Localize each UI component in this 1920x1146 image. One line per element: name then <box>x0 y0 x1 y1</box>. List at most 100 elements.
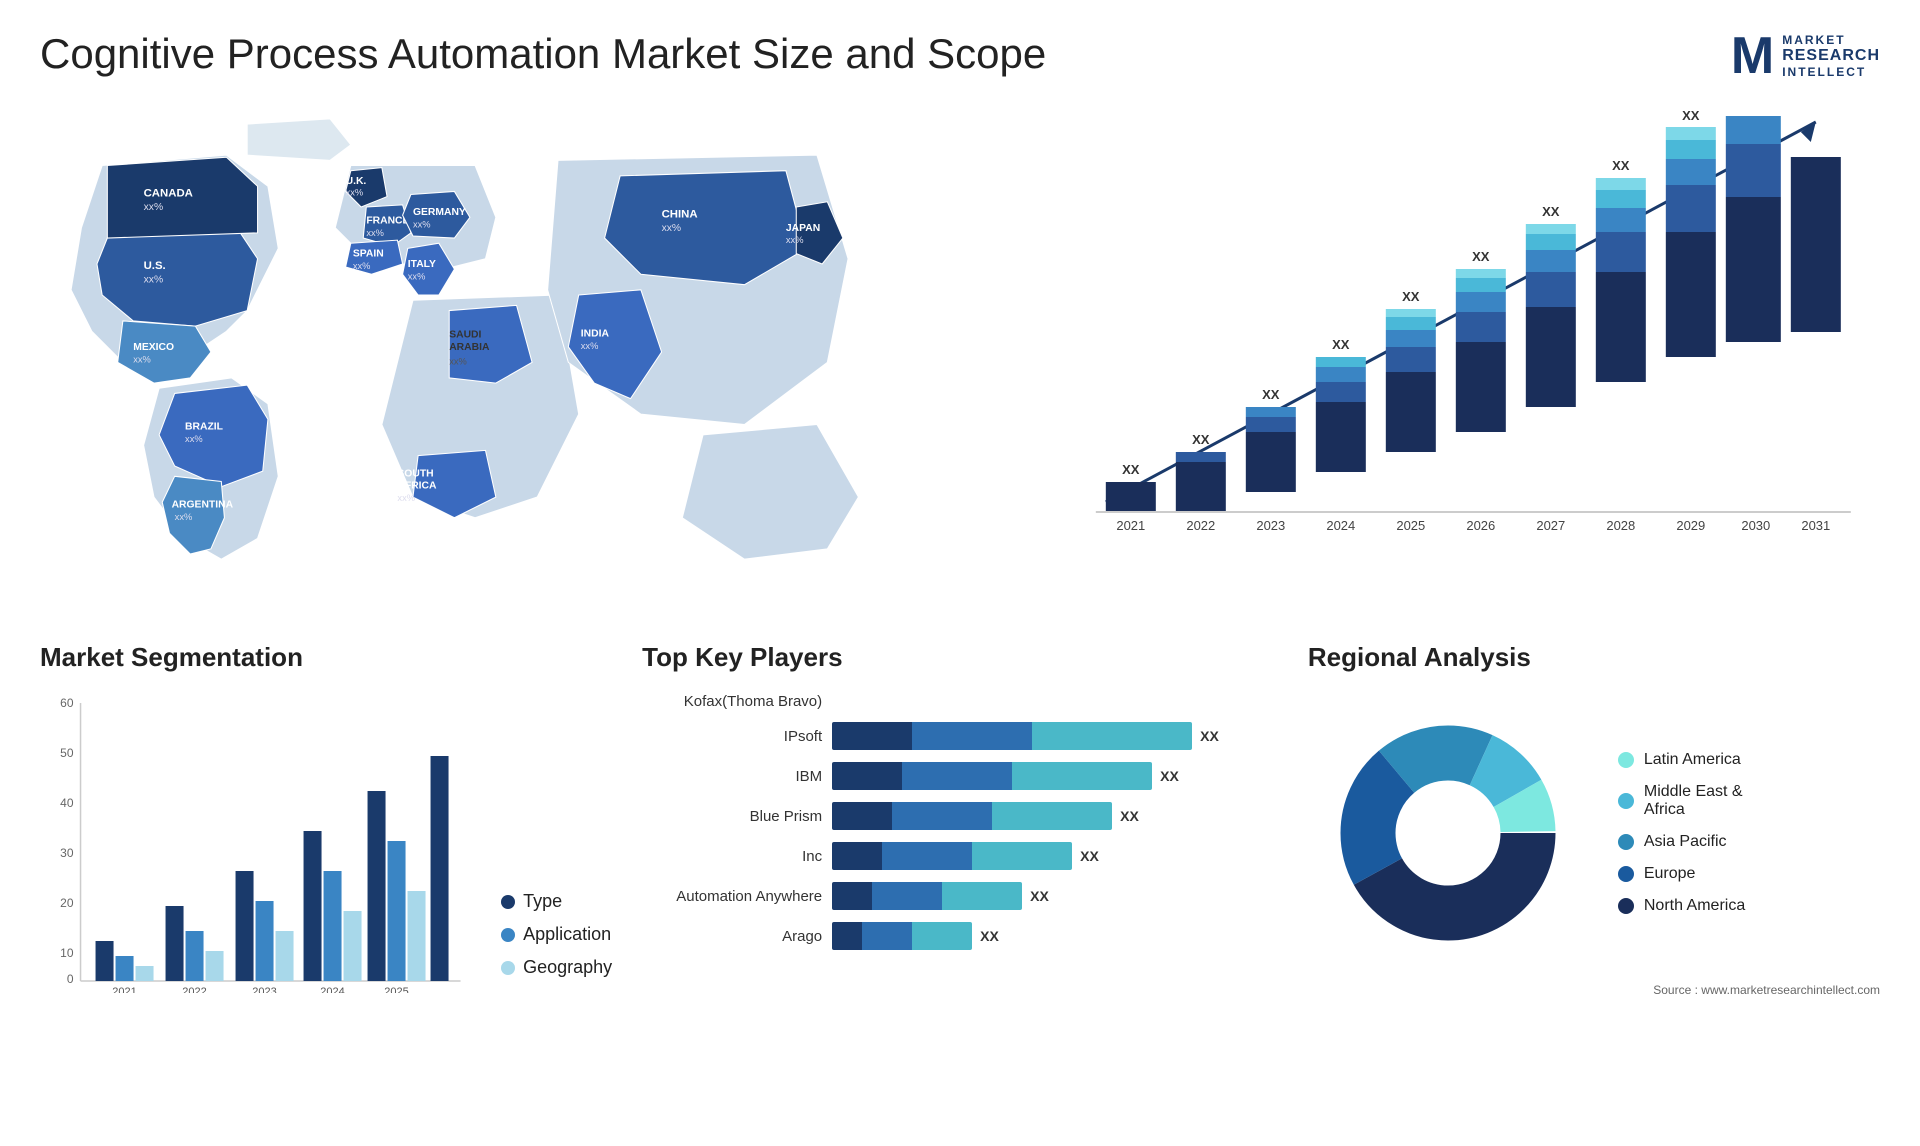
mea-dot <box>1618 793 1634 809</box>
header-row: Cognitive Process Automation Market Size… <box>40 30 1880 82</box>
players-chart: Kofax(Thoma Bravo) IPsoft XX <box>642 693 1278 950</box>
seg-legend: Type Application Geography <box>501 891 612 998</box>
player-val-inc: XX <box>1080 848 1099 864</box>
page-title: Cognitive Process Automation Market Size… <box>40 30 1046 78</box>
svg-text:xx%: xx% <box>581 341 599 351</box>
reg-legend-mea: Middle East &Africa <box>1618 783 1745 819</box>
player-name-inc: Inc <box>642 848 822 865</box>
svg-text:MEXICO: MEXICO <box>133 342 174 353</box>
svg-text:XX: XX <box>1613 158 1631 173</box>
svg-text:CHINA: CHINA <box>662 208 698 220</box>
europe-label: Europe <box>1644 865 1696 883</box>
svg-text:xx%: xx% <box>185 434 203 444</box>
segmentation-section: Market Segmentation 60 50 40 30 20 10 0 <box>40 642 612 998</box>
bottom-section: Market Segmentation 60 50 40 30 20 10 0 <box>40 642 1880 998</box>
svg-text:JAPAN: JAPAN <box>786 223 820 234</box>
logo-text-block: MARKET RESEARCH INTELLECT <box>1782 33 1880 79</box>
top-section: U.S. xx% CANADA xx% MEXICO xx% BRAZIL xx… <box>40 102 1880 602</box>
svg-text:2024: 2024 <box>320 986 344 993</box>
page: Cognitive Process Automation Market Size… <box>0 0 1920 1146</box>
svg-text:XX: XX <box>1193 432 1211 447</box>
svg-text:SAUDI: SAUDI <box>449 329 481 340</box>
asia-label: Asia Pacific <box>1644 833 1727 851</box>
player-row-inc: Inc XX <box>642 842 1278 870</box>
svg-text:INDIA: INDIA <box>581 328 610 339</box>
svg-text:xx%: xx% <box>144 202 164 213</box>
player-row-kofax: Kofax(Thoma Bravo) <box>642 693 1278 710</box>
northam-dot <box>1618 898 1634 914</box>
reg-legend-europe: Europe <box>1618 865 1745 883</box>
svg-text:AFRICA: AFRICA <box>397 481 437 492</box>
svg-text:XX: XX <box>1123 462 1141 477</box>
player-bar-automation: XX <box>832 882 1278 910</box>
map-container: U.S. xx% CANADA xx% MEXICO xx% BRAZIL xx… <box>40 102 972 602</box>
svg-text:2025: 2025 <box>384 986 408 993</box>
svg-text:XX: XX <box>1333 337 1351 352</box>
svg-text:XX: XX <box>1543 204 1561 219</box>
logo-line2: RESEARCH <box>1782 47 1880 65</box>
player-row-arago: Arago XX <box>642 922 1278 950</box>
player-row-blueprism: Blue Prism XX <box>642 802 1278 830</box>
svg-text:SOUTH: SOUTH <box>397 468 433 479</box>
svg-text:30: 30 <box>60 846 74 860</box>
svg-text:ITALY: ITALY <box>408 259 436 270</box>
svg-text:xx%: xx% <box>144 275 164 286</box>
player-val-blueprism: XX <box>1120 808 1139 824</box>
svg-text:xx%: xx% <box>413 220 431 230</box>
svg-text:2028: 2028 <box>1607 518 1636 532</box>
svg-text:ARGENTINA: ARGENTINA <box>172 499 234 510</box>
bar-chart-area: XX XX XX XX <box>1032 102 1880 532</box>
type-label: Type <box>523 891 562 912</box>
svg-text:40: 40 <box>60 796 74 810</box>
svg-text:XX: XX <box>1683 108 1701 123</box>
logo-m-letter: M <box>1731 30 1774 82</box>
svg-text:XX: XX <box>1473 249 1491 264</box>
svg-text:2024: 2024 <box>1327 518 1356 532</box>
player-bar-ibm: XX <box>832 762 1278 790</box>
svg-text:GERMANY: GERMANY <box>413 207 466 218</box>
seg-chart-area: 60 50 40 30 20 10 0 202 <box>40 693 612 998</box>
bar-chart-container: XX XX XX XX <box>1012 102 1880 602</box>
player-bar-blueprism: XX <box>832 802 1278 830</box>
svg-text:xx%: xx% <box>366 228 384 238</box>
svg-text:0: 0 <box>67 972 74 986</box>
svg-text:xx%: xx% <box>175 512 193 522</box>
svg-text:2030: 2030 <box>1742 518 1771 532</box>
donut-chart-wrap <box>1308 693 1588 973</box>
bar-chart-svg: XX XX XX XX <box>1032 102 1880 532</box>
geography-label: Geography <box>523 957 612 978</box>
svg-text:2029: 2029 <box>1677 518 1706 532</box>
svg-text:50: 50 <box>60 746 74 760</box>
player-name-ibm: IBM <box>642 768 822 785</box>
svg-text:XX: XX <box>1403 289 1421 304</box>
svg-text:2026: 2026 <box>1467 518 1496 532</box>
svg-text:xx%: xx% <box>353 261 371 271</box>
legend-application: Application <box>501 924 612 945</box>
player-row-ipsoft: IPsoft XX <box>642 722 1278 750</box>
player-name-kofax: Kofax(Thoma Bravo) <box>642 693 822 710</box>
latin-label: Latin America <box>1644 751 1741 769</box>
player-bar-ipsoft: XX <box>832 722 1278 750</box>
svg-text:2023: 2023 <box>1257 518 1286 532</box>
svg-text:xx%: xx% <box>786 235 804 245</box>
regional-title: Regional Analysis <box>1308 642 1880 673</box>
svg-text:2025: 2025 <box>1397 518 1426 532</box>
svg-text:xx%: xx% <box>449 356 467 366</box>
svg-text:60: 60 <box>60 696 74 710</box>
seg-bars-wrap: 60 50 40 30 20 10 0 202 <box>40 693 471 998</box>
reg-legend-northam: North America <box>1618 897 1745 915</box>
player-name-ipsoft: IPsoft <box>642 728 822 745</box>
svg-text:20: 20 <box>60 896 74 910</box>
svg-text:2021: 2021 <box>112 986 136 993</box>
type-dot <box>501 895 515 909</box>
svg-text:xx%: xx% <box>662 223 682 234</box>
svg-text:BRAZIL: BRAZIL <box>185 422 223 433</box>
legend-geography: Geography <box>501 957 612 978</box>
player-row-ibm: IBM XX <box>642 762 1278 790</box>
svg-text:CANADA: CANADA <box>144 188 193 200</box>
svg-text:xx%: xx% <box>408 271 426 281</box>
svg-text:ARABIA: ARABIA <box>449 342 490 353</box>
northam-label: North America <box>1644 897 1745 915</box>
svg-text:2021: 2021 <box>1117 518 1146 532</box>
players-title: Top Key Players <box>642 642 1278 673</box>
